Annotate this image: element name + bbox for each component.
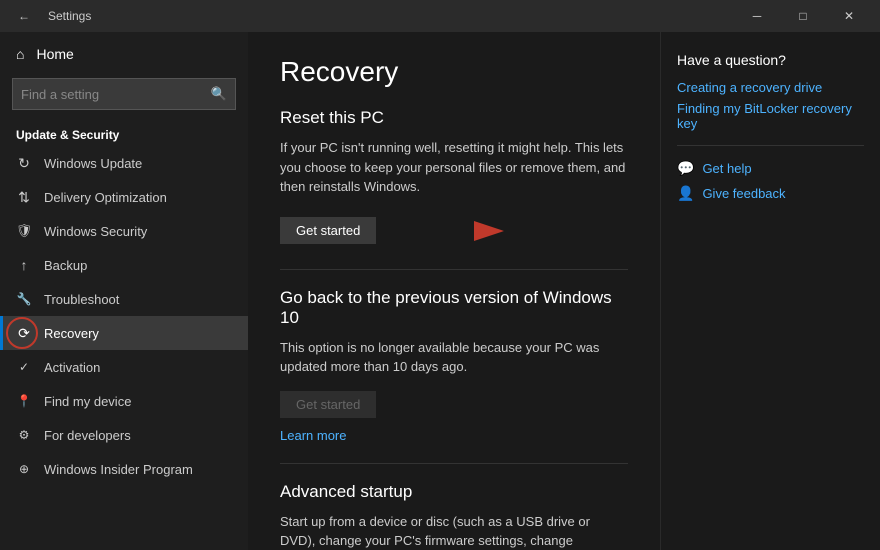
right-panel-title: Have a question?: [677, 52, 864, 68]
give-feedback-action[interactable]: 👤 Give feedback: [677, 185, 864, 202]
finding-bitlocker-link[interactable]: Finding my BitLocker recovery key: [677, 101, 864, 131]
titlebar-left: ← Settings: [8, 0, 91, 32]
search-box[interactable]: 🔍: [12, 78, 236, 110]
sidebar-item-recovery[interactable]: ⟳ Recovery: [0, 316, 248, 350]
windows-insider-icon: ⊕: [16, 461, 32, 477]
sidebar-item-delivery-optimization[interactable]: ⇅ Delivery Optimization: [0, 180, 248, 214]
sidebar-item-for-developers[interactable]: ⚙ For developers: [0, 418, 248, 452]
divider-2: [280, 463, 628, 464]
reset-section: Reset this PC If your PC isn't running w…: [280, 108, 628, 251]
get-help-action[interactable]: 💬 Get help: [677, 160, 864, 177]
titlebar: ← Settings ─ □ ✕: [0, 0, 880, 32]
get-help-icon: 💬: [677, 160, 694, 177]
go-back-section: Go back to the previous version of Windo…: [280, 288, 628, 445]
search-input[interactable]: [21, 87, 205, 102]
sidebar-item-windows-insider[interactable]: ⊕ Windows Insider Program: [0, 452, 248, 486]
sidebar: ⌂ Home 🔍 Update & Security ↻ Windows Upd…: [0, 32, 248, 550]
learn-more-link[interactable]: Learn more: [280, 428, 346, 443]
sidebar-item-troubleshoot[interactable]: 🔧 Troubleshoot: [0, 282, 248, 316]
minimize-button[interactable]: ─: [734, 0, 780, 32]
arrow-container: Get started: [280, 211, 628, 251]
activation-icon: ✓: [16, 359, 32, 375]
sidebar-item-backup[interactable]: ↑ Backup: [0, 248, 248, 282]
get-help-label: Get help: [702, 161, 751, 176]
main-container: ⌂ Home 🔍 Update & Security ↻ Windows Upd…: [0, 32, 880, 550]
maximize-button[interactable]: □: [780, 0, 826, 32]
reset-get-started-button[interactable]: Get started: [280, 217, 376, 244]
search-icon: 🔍: [211, 86, 227, 102]
advanced-startup-desc: Start up from a device or disc (such as …: [280, 512, 628, 550]
delivery-optimization-icon: ⇅: [16, 189, 32, 205]
go-back-desc: This option is no longer available becau…: [280, 338, 628, 377]
creating-recovery-link[interactable]: Creating a recovery drive: [677, 80, 864, 95]
recovery-icon: ⟳: [16, 325, 32, 341]
right-panel-divider: [677, 145, 864, 146]
give-feedback-icon: 👤: [677, 185, 694, 202]
sidebar-item-windows-security[interactable]: 🛡 Windows Security: [0, 214, 248, 248]
sidebar-item-activation[interactable]: ✓ Activation: [0, 350, 248, 384]
windows-update-icon: ↻: [16, 155, 32, 171]
close-button[interactable]: ✕: [826, 0, 872, 32]
advanced-startup-title: Advanced startup: [280, 482, 628, 502]
red-arrow-icon: [384, 211, 504, 251]
sidebar-item-windows-update[interactable]: ↻ Windows Update: [0, 146, 248, 180]
page-title: Recovery: [280, 56, 628, 88]
go-back-get-started-button: Get started: [280, 391, 376, 418]
titlebar-controls: ─ □ ✕: [734, 0, 872, 32]
find-my-device-icon: 📍: [16, 393, 32, 409]
sidebar-item-home[interactable]: ⌂ Home: [0, 36, 248, 72]
for-developers-icon: ⚙: [16, 427, 32, 443]
reset-desc: If your PC isn't running well, resetting…: [280, 138, 628, 197]
sidebar-item-find-my-device[interactable]: 📍 Find my device: [0, 384, 248, 418]
advanced-startup-section: Advanced startup Start up from a device …: [280, 482, 628, 550]
content-area: Recovery Reset this PC If your PC isn't …: [248, 32, 880, 550]
content: Recovery Reset this PC If your PC isn't …: [248, 32, 660, 550]
backup-icon: ↑: [16, 257, 32, 273]
titlebar-title: Settings: [48, 9, 91, 23]
sidebar-section-label: Update & Security: [0, 120, 248, 146]
home-icon: ⌂: [16, 46, 24, 62]
give-feedback-label: Give feedback: [702, 186, 785, 201]
back-button[interactable]: ←: [8, 0, 40, 32]
go-back-title: Go back to the previous version of Windo…: [280, 288, 628, 328]
divider-1: [280, 269, 628, 270]
right-panel: Have a question? Creating a recovery dri…: [660, 32, 880, 550]
windows-security-icon: 🛡: [16, 223, 32, 239]
troubleshoot-icon: 🔧: [16, 291, 32, 307]
reset-title: Reset this PC: [280, 108, 628, 128]
